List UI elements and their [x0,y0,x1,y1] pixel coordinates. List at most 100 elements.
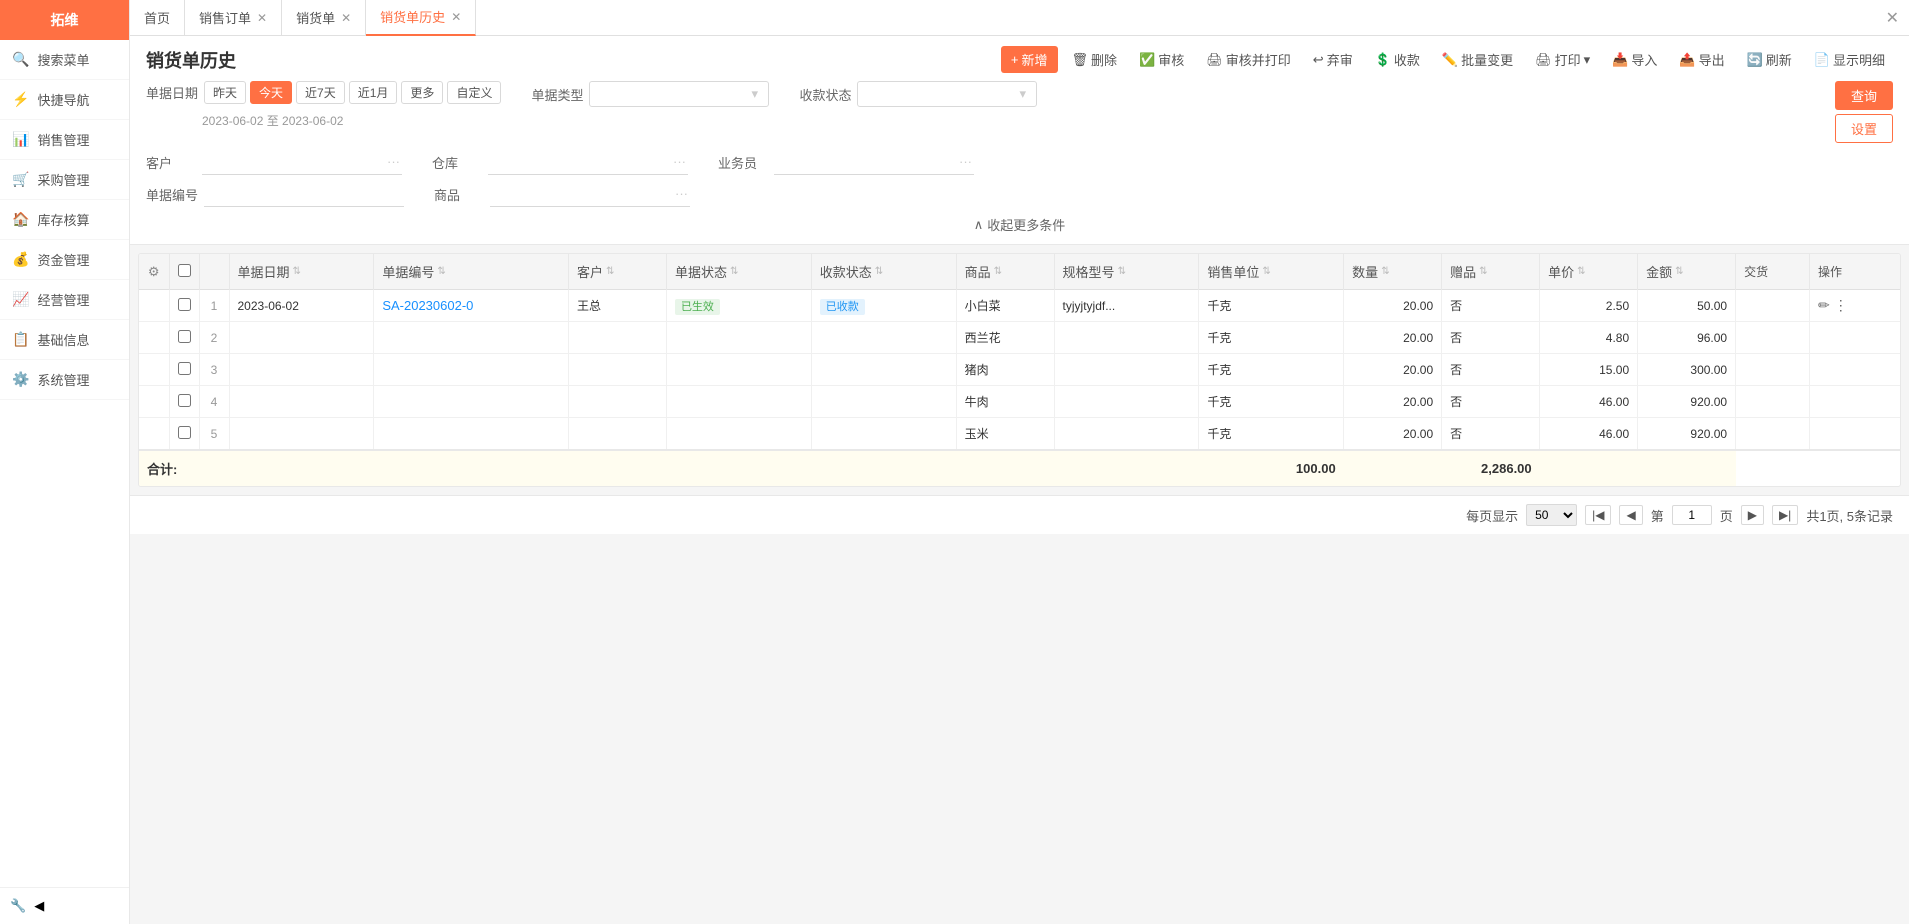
sidebar-item-basic-info[interactable]: 📋 基础信息 [0,320,129,360]
col-customer[interactable]: 客户 [568,254,666,290]
import-button[interactable]: 📥 导入 [1604,46,1665,73]
per-page-select[interactable]: 50 20 100 [1526,504,1577,526]
table-gear-icon[interactable]: ⚙ [148,264,160,279]
collect-button[interactable]: 💲 收款 [1367,46,1428,73]
row-doc-no-link[interactable]: SA-20230602-0 [382,298,473,313]
col-spec[interactable]: 规格型号 [1054,254,1199,290]
table-row: 4牛肉千克20.00否46.00920.00 [139,386,1900,418]
tab-close-sales-delivery-history[interactable]: ✕ [451,10,461,24]
query-button[interactable]: 查询 [1835,81,1893,110]
settings-button[interactable]: 设置 [1835,114,1893,143]
next-page-button[interactable]: ▶ [1741,505,1764,525]
date-chip-7days[interactable]: 近7天 [296,81,345,104]
date-chip-1month[interactable]: 近1月 [349,81,398,104]
col-doc-status[interactable]: 单据状态 [666,254,811,290]
show-details-button[interactable]: 📄 显示明细 [1806,46,1893,73]
tab-home[interactable]: 首页 [130,0,185,36]
sidebar-item-quick-nav[interactable]: ⚡ 快捷导航 [0,80,129,120]
col-doc-no[interactable]: 单据编号 [374,254,569,290]
row-actions [1809,322,1900,354]
col-doc-date[interactable]: 单据日期 [229,254,374,290]
product-input[interactable] [492,182,675,206]
collapse-button[interactable]: ∧ 收起更多条件 [146,211,1893,238]
export-button[interactable]: 📤 导出 [1671,46,1732,73]
tab-close-sales-delivery[interactable]: ✕ [341,11,351,25]
pay-status-input[interactable] [864,82,1019,106]
product-ellipsis-icon[interactable]: ··· [675,186,688,201]
col-spec-sort[interactable]: 规格型号 [1063,262,1191,281]
col-gift-sort[interactable]: 赠品 [1450,262,1531,281]
col-amount[interactable]: 金额 [1638,254,1736,290]
col-doc-date-sort[interactable]: 单据日期 [238,262,366,281]
col-qty[interactable]: 数量 [1344,254,1442,290]
tab-sales-delivery-history[interactable]: 销货单历史 ✕ [366,0,476,36]
date-chip-today[interactable]: 今天 [250,81,292,104]
customer-input[interactable] [204,150,387,174]
col-pay-status[interactable]: 收款状态 [811,254,956,290]
col-amount-sort[interactable]: 金额 [1646,262,1727,281]
tab-bar-close-all[interactable]: ✕ [1876,8,1909,28]
new-button[interactable]: + 新增 [1001,46,1058,73]
col-pay-status-sort[interactable]: 收款状态 [820,262,948,281]
sidebar-bottom-icon[interactable]: 🔧 [10,898,26,914]
sidebar-item-finance[interactable]: 💰 资金管理 [0,240,129,280]
doc-type-dropdown-icon[interactable]: ▾ [751,86,758,102]
print-icon: 🖨 [1535,52,1552,68]
delete-button[interactable]: 🗑 删除 [1064,46,1126,73]
date-chip-more[interactable]: 更多 [401,81,443,104]
sidebar-item-system-mgmt[interactable]: ⚙️ 系统管理 [0,360,129,400]
row-sale-unit: 千克 [1199,354,1344,386]
audit-print-button[interactable]: 🖨 审核并打印 [1198,46,1299,73]
warehouse-input[interactable] [490,150,673,174]
row-checkbox-0[interactable] [178,298,191,311]
col-deal: 交货 [1736,254,1810,290]
prev-page-button[interactable]: ◀ [1619,505,1642,525]
col-unit-price-sort[interactable]: 单价 [1548,262,1629,281]
col-doc-status-sort[interactable]: 单据状态 [675,262,803,281]
sidebar-item-inventory[interactable]: 🏠 库存核算 [0,200,129,240]
row-qty: 20.00 [1344,354,1442,386]
pay-status-dropdown-icon[interactable]: ▾ [1019,86,1026,102]
edit-action-icon[interactable]: ✏ [1818,297,1830,313]
col-gift[interactable]: 赠品 [1442,254,1540,290]
last-page-button[interactable]: ▶| [1772,505,1798,525]
page-num-input[interactable] [1672,505,1712,525]
row-checkbox-3[interactable] [178,394,191,407]
col-sale-unit-sort[interactable]: 销售单位 [1207,262,1335,281]
abandon-button[interactable]: ↩ 弃审 [1305,46,1361,73]
customer-ellipsis-icon[interactable]: ··· [387,154,400,169]
batch-change-button[interactable]: ✏️ 批量变更 [1434,46,1521,73]
col-unit-price[interactable]: 单价 [1540,254,1638,290]
tab-sales-order[interactable]: 销售订单 ✕ [185,0,282,36]
sidebar-item-sales-mgmt[interactable]: 📊 销售管理 [0,120,129,160]
doc-no-input[interactable] [206,182,402,206]
audit-button[interactable]: ✅ 审核 [1131,46,1192,73]
date-chip-yesterday[interactable]: 昨天 [204,81,246,104]
refresh-button[interactable]: 🔄 刷新 [1739,46,1800,73]
select-all-checkbox[interactable] [178,264,191,277]
first-page-button[interactable]: |◀ [1585,505,1611,525]
row-spec [1054,386,1199,418]
col-doc-no-sort[interactable]: 单据编号 [382,262,560,281]
tab-close-sales-order[interactable]: ✕ [257,11,267,25]
col-product[interactable]: 商品 [956,254,1054,290]
col-customer-sort[interactable]: 客户 [577,262,658,281]
sidebar-collapse-btn[interactable]: ◀ [34,898,44,914]
more-action-icon[interactable]: ⋮ [1834,297,1848,313]
sidebar-item-operations[interactable]: 📈 经营管理 [0,280,129,320]
col-product-sort[interactable]: 商品 [965,262,1046,281]
col-sale-unit[interactable]: 销售单位 [1199,254,1344,290]
staff-input[interactable] [776,150,959,174]
col-qty-sort[interactable]: 数量 [1352,262,1433,281]
sidebar-item-purchase-mgmt[interactable]: 🛒 采购管理 [0,160,129,200]
print-button[interactable]: 🖨 打印 ▾ [1527,46,1598,73]
sidebar-item-search-menu[interactable]: 🔍 搜索菜单 [0,40,129,80]
row-checkbox-4[interactable] [178,426,191,439]
doc-type-input[interactable] [596,82,751,106]
tab-sales-delivery[interactable]: 销货单 ✕ [282,0,366,36]
staff-ellipsis-icon[interactable]: ··· [959,154,972,169]
row-checkbox-2[interactable] [178,362,191,375]
row-checkbox-1[interactable] [178,330,191,343]
warehouse-ellipsis-icon[interactable]: ··· [673,154,686,169]
date-chip-custom[interactable]: 自定义 [447,81,501,104]
